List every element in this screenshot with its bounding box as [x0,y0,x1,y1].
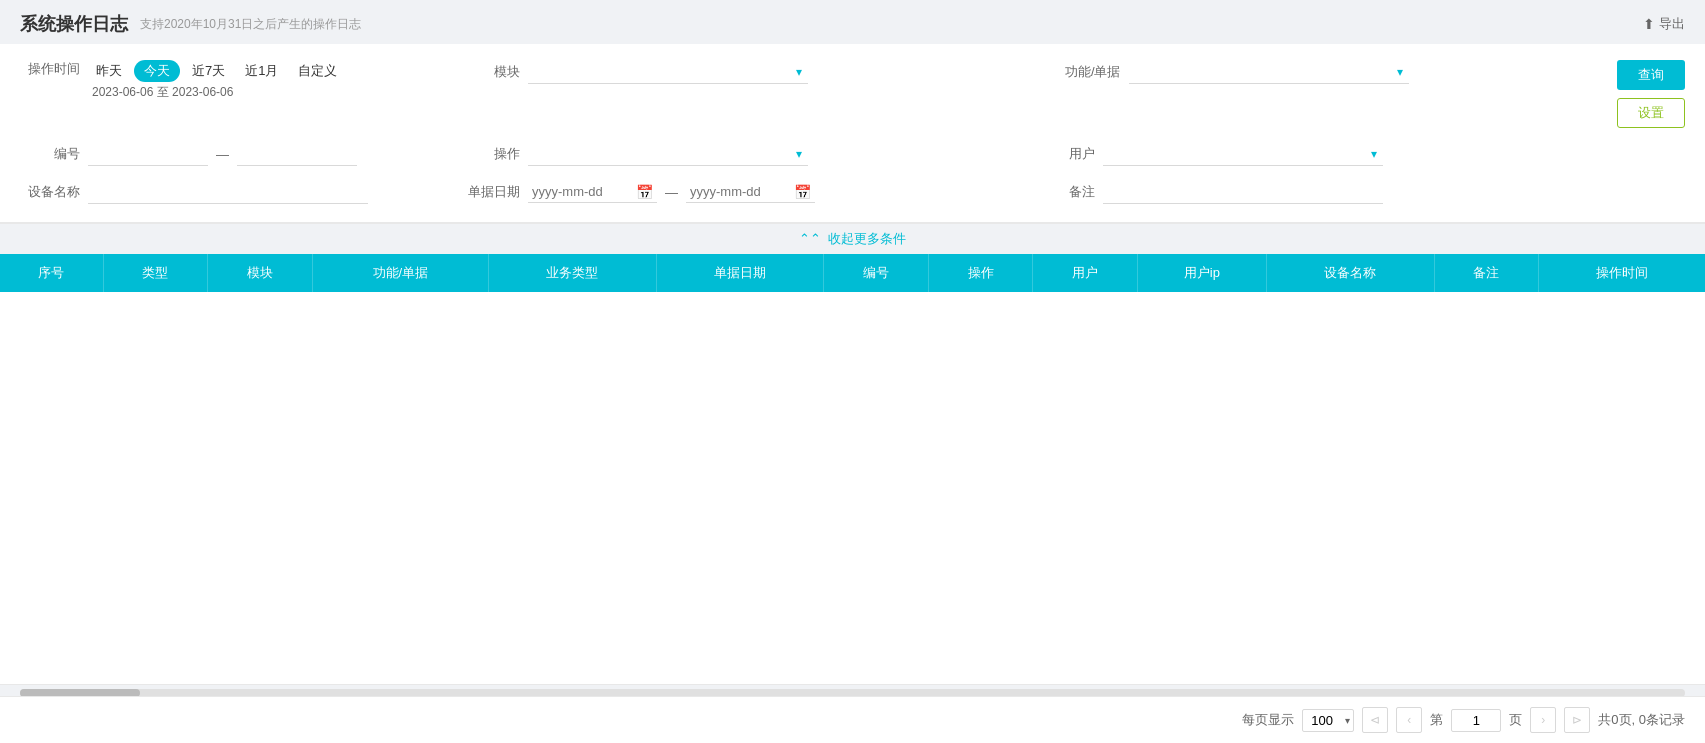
date-dash: — [665,185,678,200]
col-index: 序号 [0,254,103,292]
user-select-wrapper: ▾ [1103,142,1383,166]
page-size-wrapper: 50 100 200 ▾ [1302,709,1354,732]
action-buttons: 查询 设置 [1617,60,1685,128]
page-size-select[interactable]: 50 100 200 [1302,709,1354,732]
table-header: 序号 类型 模块 功能/单据 业务类型 单据日期 编号 操作 用户 用户ip 设… [0,254,1705,292]
query-button[interactable]: 查询 [1617,60,1685,90]
pagination-bar: 每页显示 50 100 200 ▾ ⊲ ‹ 第 页 › ⊳ 共0页, 0条记录 [0,696,1705,743]
time-label: 操作时间 [20,60,80,78]
device-label: 设备名称 [20,183,80,201]
operation-filter: 操作 ▾ [460,142,983,166]
col-voucher-date: 单据日期 [656,254,824,292]
voucher-date-filter: 单据日期 📅 — 📅 [460,182,983,203]
module-select-wrapper: ▾ [528,60,808,84]
total-label: 共0页, 0条记录 [1598,711,1685,729]
collapse-label: 收起更多条件 [828,231,906,246]
number-filter: 编号 — [20,142,400,166]
user-label: 用户 [1023,145,1095,163]
export-label: 导出 [1659,15,1685,33]
module-select[interactable] [528,60,808,84]
export-icon: ⬆ [1643,16,1655,32]
device-filter: 设备名称 [20,180,400,204]
date-start-input[interactable] [532,184,632,199]
time-range-display: 2023-06-06 至 2023-06-06 [92,84,345,101]
operation-select-wrapper: ▾ [528,142,808,166]
table-container: 序号 类型 模块 功能/单据 业务类型 单据日期 编号 操作 用户 用户ip 设… [0,254,1705,684]
time-btn-7days[interactable]: 近7天 [184,60,233,82]
page-number-input[interactable] [1451,709,1501,732]
time-btn-today[interactable]: 今天 [134,60,180,82]
page-container: 系统操作日志 支持2020年10月31日之后产生的操作日志 ⬆ 导出 操作时间 … [0,0,1705,743]
export-button[interactable]: ⬆ 导出 [1643,15,1685,33]
page-title: 系统操作日志 [20,12,128,36]
col-biz-type: 业务类型 [489,254,657,292]
calendar-start-icon[interactable]: 📅 [636,184,653,200]
col-module: 模块 [208,254,312,292]
page-pre-label: 第 [1430,711,1443,729]
collapse-bar[interactable]: ⌃⌃ 收起更多条件 [0,223,1705,254]
time-btn-yesterday[interactable]: 昨天 [88,60,130,82]
calendar-end-icon[interactable]: 📅 [794,184,811,200]
last-page-button[interactable]: ⊳ [1564,707,1590,733]
data-table: 序号 类型 模块 功能/单据 业务类型 单据日期 编号 操作 用户 用户ip 设… [0,254,1705,292]
module-filter: 模块 ▾ [460,60,1009,84]
user-filter: 用户 ▾ [1023,142,1546,166]
device-input[interactable] [88,180,368,204]
next-page-button[interactable]: › [1530,707,1556,733]
number-dash: — [216,147,229,162]
remark-filter: 备注 [1023,180,1546,204]
time-btn-1month[interactable]: 近1月 [237,60,286,82]
filter-area: 操作时间 昨天 今天 近7天 近1月 自定义 2023-06-06 至 2023… [0,44,1705,223]
user-select[interactable] [1103,142,1383,166]
col-user: 用户 [1033,254,1137,292]
function-label: 功能/单据 [1049,63,1121,81]
time-filter-group: 操作时间 昨天 今天 近7天 近1月 自定义 2023-06-06 至 2023… [20,60,400,101]
per-page-label: 每页显示 [1242,711,1294,729]
number-start-input[interactable] [88,142,208,166]
voucher-date-label: 单据日期 [460,183,520,201]
col-function: 功能/单据 [312,254,488,292]
col-remark: 备注 [1434,254,1538,292]
date-end-input[interactable] [690,184,790,199]
col-op-time: 操作时间 [1538,254,1705,292]
first-page-button[interactable]: ⊲ [1362,707,1388,733]
scrollbar-area [0,684,1705,696]
page-suf-label: 页 [1509,711,1522,729]
filter-row-3: 设备名称 单据日期 📅 — 📅 备注 [20,180,1685,204]
filter-row-1: 操作时间 昨天 今天 近7天 近1月 自定义 2023-06-06 至 2023… [20,60,1685,128]
page-subtitle: 支持2020年10月31日之后产生的操作日志 [140,16,361,33]
collapse-icon: ⌃⌃ [799,231,821,246]
number-end-input[interactable] [237,142,357,166]
empty-area [0,292,1705,642]
col-user-ip: 用户ip [1137,254,1266,292]
operation-label: 操作 [460,145,520,163]
col-type: 类型 [103,254,207,292]
col-operation: 操作 [928,254,1032,292]
function-select[interactable] [1129,60,1409,84]
function-select-wrapper: ▾ [1129,60,1409,84]
time-btn-custom[interactable]: 自定义 [290,60,345,82]
number-label: 编号 [20,145,80,163]
table-header-row: 序号 类型 模块 功能/单据 业务类型 单据日期 编号 操作 用户 用户ip 设… [0,254,1705,292]
remark-label: 备注 [1023,183,1095,201]
module-label: 模块 [460,63,520,81]
page-header: 系统操作日志 支持2020年10月31日之后产生的操作日志 ⬆ 导出 [0,0,1705,44]
col-number: 编号 [824,254,928,292]
date-start-wrapper: 📅 [528,182,657,203]
col-device: 设备名称 [1266,254,1434,292]
operation-select[interactable] [528,142,808,166]
date-end-wrapper: 📅 [686,182,815,203]
filter-row-2: 编号 — 操作 ▾ 用户 [20,142,1685,166]
function-filter: 功能/单据 ▾ [1049,60,1598,84]
prev-page-button[interactable]: ‹ [1396,707,1422,733]
settings-button[interactable]: 设置 [1617,98,1685,128]
remark-input[interactable] [1103,180,1383,204]
